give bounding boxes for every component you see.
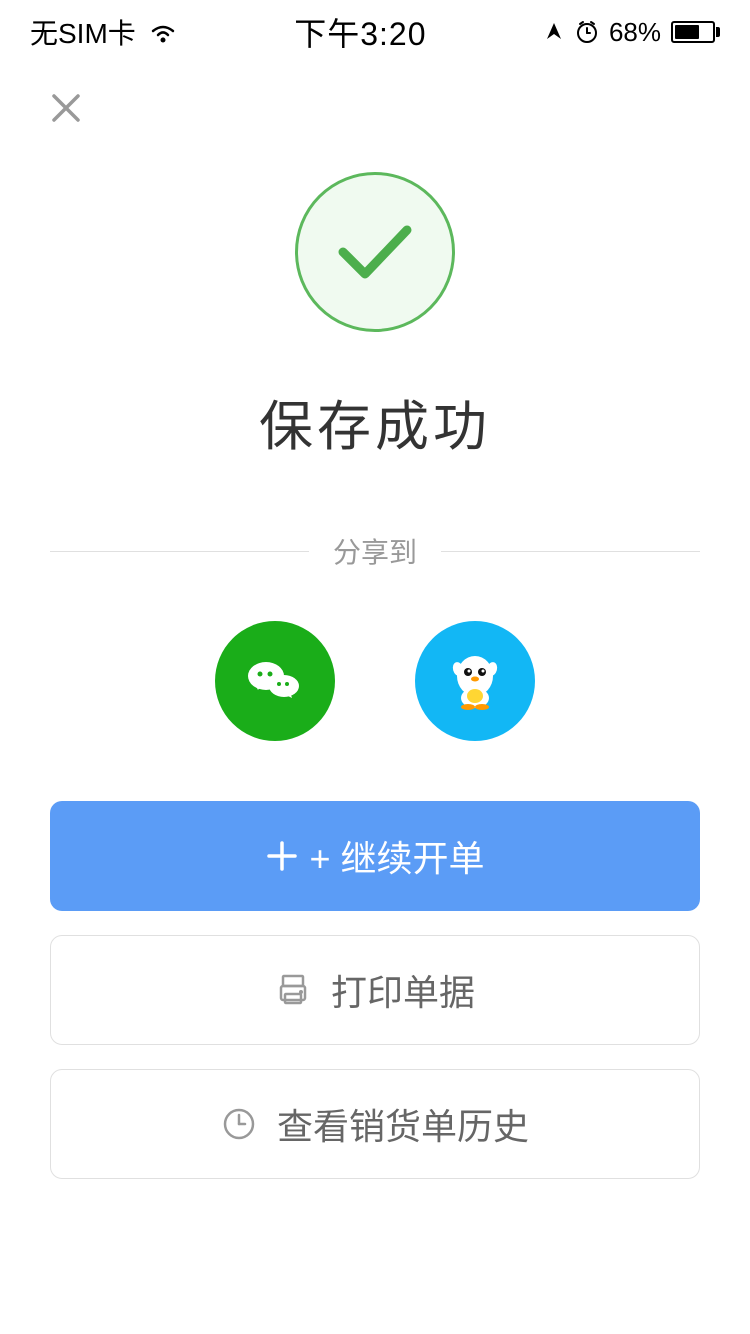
checkmark-icon [335,220,415,285]
close-icon [48,90,84,126]
right-divider [441,551,700,552]
print-label: 打印单据 [331,964,475,1016]
continue-label: + 继续开单 [309,830,484,882]
nav-bar [0,64,750,152]
clock-icon [221,1106,257,1142]
location-icon [543,21,565,43]
share-section: 分享到 [50,531,700,741]
status-right: 68% [543,17,720,48]
wechat-share-button[interactable] [215,621,335,741]
battery-percent: 68% [609,17,661,48]
alarm-icon [575,20,599,44]
status-left: 无SIM卡 [30,12,178,52]
history-label: 查看销货单历史 [277,1098,529,1150]
print-button[interactable]: 打印单据 [50,935,700,1045]
print-icon [275,972,311,1008]
status-bar: 无SIM卡 下午3:20 68% [0,0,750,64]
battery-icon [671,21,720,43]
share-divider-row: 分享到 [50,531,700,571]
actions-section: + 继续开单 打印单据 查看销货单历史 [50,801,700,1179]
close-button[interactable] [40,82,92,134]
carrier-text: 无SIM卡 [30,12,136,52]
wifi-icon [148,21,178,43]
share-label: 分享到 [309,531,441,571]
success-title: 保存成功 [259,382,491,461]
share-icons-row [50,621,700,741]
status-time: 下午3:20 [294,9,426,55]
main-content: 保存成功 分享到 [0,152,750,1179]
qq-share-button[interactable] [415,621,535,741]
success-circle [295,172,455,332]
wechat-icon [240,646,310,716]
left-divider [50,551,309,552]
continue-button[interactable]: + 继续开单 [50,801,700,911]
qq-icon [440,646,510,716]
history-button[interactable]: 查看销货单历史 [50,1069,700,1179]
plus-icon [265,839,299,873]
